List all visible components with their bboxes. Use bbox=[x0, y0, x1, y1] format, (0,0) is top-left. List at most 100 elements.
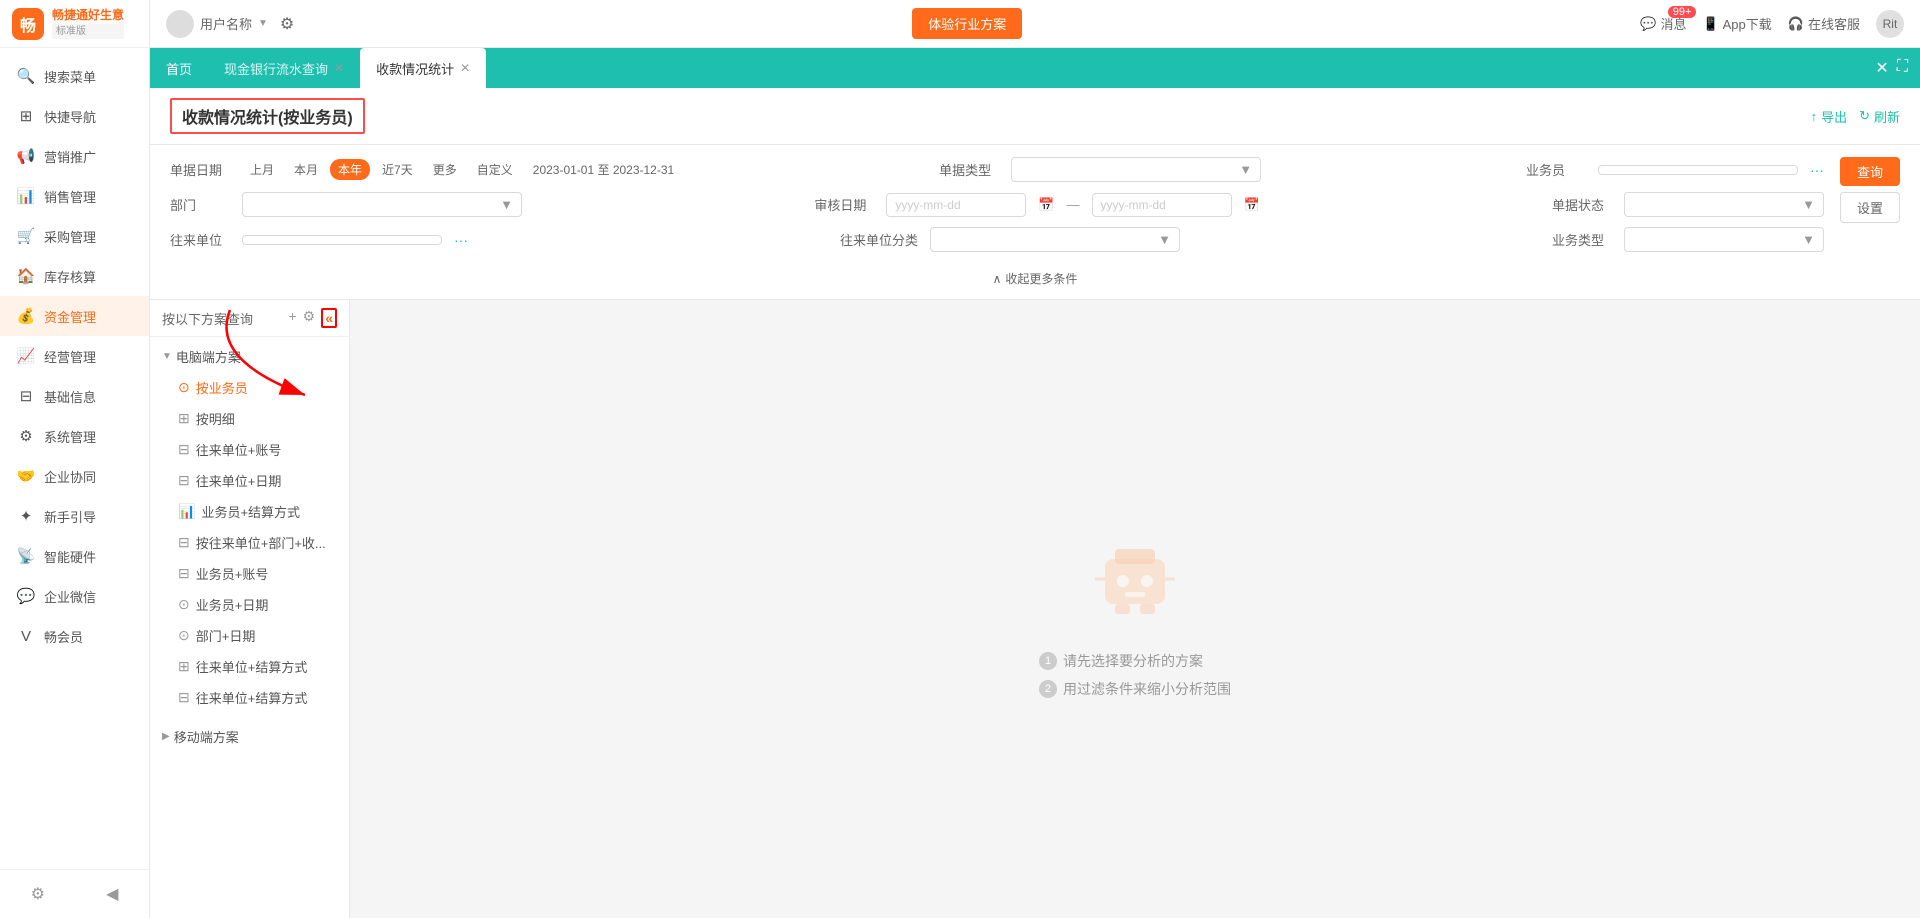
scheme-item-salesman-settlement[interactable]: 📊 业务员+结算方式 bbox=[150, 496, 349, 527]
empty-step-2: 2 用过滤条件来缩小分析范围 bbox=[1039, 679, 1231, 699]
sidebar-item-sales[interactable]: 📊销售管理 bbox=[0, 176, 149, 216]
dept-select[interactable]: ▼ bbox=[242, 192, 522, 217]
date-tab-this-month[interactable]: 本月 bbox=[286, 159, 326, 180]
scheme-icon-by-salesman: ⊙ bbox=[178, 379, 190, 396]
salesman-select[interactable] bbox=[1598, 165, 1798, 175]
date-tabs: 上月 本月 本年 近7天 更多 自定义 bbox=[242, 159, 521, 180]
counterpart-category-select[interactable]: ▼ bbox=[930, 227, 1180, 252]
scheme-group-mobile: ▶ 移动端方案 bbox=[150, 717, 349, 756]
online-service-item[interactable]: 🎧 在线客服 bbox=[1788, 14, 1860, 33]
query-button[interactable]: 查询 bbox=[1840, 157, 1900, 186]
sidebar-item-marketing[interactable]: 📢营销推广 bbox=[0, 136, 149, 176]
sidebar-item-basic-info[interactable]: ⊟基础信息 bbox=[0, 376, 149, 416]
close-all-tabs-icon[interactable]: ✕ bbox=[1875, 58, 1888, 78]
calendar-end-icon[interactable]: 📅 bbox=[1244, 197, 1260, 213]
scheme-item-by-salesman[interactable]: ⊙ 按业务员 bbox=[150, 372, 349, 403]
sidebar-item-operation[interactable]: 📈经营管理 bbox=[0, 336, 149, 376]
sidebar-item-search-menu[interactable]: 🔍搜索菜单 bbox=[0, 56, 149, 96]
scheme-item-counterpart-settlement1[interactable]: ⊞ 往来单位+结算方式 bbox=[150, 651, 349, 682]
review-date-end[interactable]: yyyy-mm-dd bbox=[1092, 193, 1232, 217]
empty-step-1-text: 请先选择要分析的方案 bbox=[1063, 651, 1203, 671]
scheme-item-dept-date[interactable]: ⊙ 部门+日期 bbox=[150, 620, 349, 651]
sidebar-label-inventory: 库存核算 bbox=[44, 267, 96, 286]
tab-bank-flow[interactable]: 现金银行流水查询 ✕ bbox=[208, 48, 360, 88]
page-title: 收款情况统计(按业务员) bbox=[182, 110, 353, 127]
scheme-item-counterpart-account[interactable]: ⊟ 往来单位+账号 bbox=[150, 434, 349, 465]
review-date-start[interactable]: yyyy-mm-dd bbox=[886, 193, 1026, 217]
app-download-item[interactable]: 📱 App下载 bbox=[1702, 14, 1771, 33]
voucher-type-select[interactable]: ▼ bbox=[1011, 157, 1261, 182]
scheme-icon-counterpart-account: ⊟ bbox=[178, 441, 190, 458]
left-panel-settings-icon[interactable]: ⚙ bbox=[303, 308, 316, 328]
scheme-group-mobile-header[interactable]: ▶ 移动端方案 bbox=[150, 721, 349, 752]
online-service-label: 在线客服 bbox=[1808, 14, 1860, 33]
tab-bank-flow-close[interactable]: ✕ bbox=[334, 61, 344, 75]
settings-icon[interactable]: ⚙ bbox=[280, 14, 294, 34]
scheme-label-salesman-account: 业务员+账号 bbox=[196, 564, 269, 583]
export-label: 导出 bbox=[1821, 107, 1847, 126]
date-tab-more[interactable]: 更多 bbox=[425, 159, 465, 180]
scheme-item-salesman-date[interactable]: ⊙ 业务员+日期 bbox=[150, 589, 349, 620]
scheme-item-by-detail[interactable]: ⊞ 按明细 bbox=[150, 403, 349, 434]
user-info[interactable]: 用户名称 ▼ bbox=[166, 10, 268, 38]
collapse-sidebar-icon[interactable]: ◀ bbox=[100, 878, 124, 910]
settings-button[interactable]: 设置 bbox=[1840, 192, 1900, 223]
scheme-item-salesman-account[interactable]: ⊟ 业务员+账号 bbox=[150, 558, 349, 589]
scheme-icon-salesman-account: ⊟ bbox=[178, 565, 190, 582]
message-icon-item[interactable]: 💬 消息 99+ bbox=[1640, 14, 1686, 33]
sidebar-item-hardware[interactable]: 📡智能硬件 bbox=[0, 536, 149, 576]
sidebar-label-system: 系统管理 bbox=[44, 427, 96, 446]
query-row-3: 往来单位 ··· 往来单位分类 ▼ 业务类型 bbox=[170, 227, 1824, 252]
sidebar-item-corp[interactable]: 🤝企业协同 bbox=[0, 456, 149, 496]
sidebar-item-inventory[interactable]: 🏠库存核算 bbox=[0, 256, 149, 296]
page-actions: ↑ 导出 ↻ 刷新 bbox=[1811, 107, 1900, 126]
date-tab-custom[interactable]: 自定义 bbox=[469, 159, 521, 180]
top-header: 用户名称 ▼ ⚙ 体验行业方案 💬 消息 99+ 📱 App下载 🎧 在线客服 bbox=[150, 0, 1920, 48]
date-tab-last-month[interactable]: 上月 bbox=[242, 159, 282, 180]
refresh-icon: ↻ bbox=[1859, 108, 1870, 124]
fullscreen-icon[interactable]: ⛶ bbox=[1897, 58, 1908, 78]
tab-home[interactable]: 首页 bbox=[150, 48, 208, 88]
voucher-status-select[interactable]: ▼ bbox=[1624, 192, 1824, 217]
biz-type-select[interactable]: ▼ bbox=[1624, 227, 1824, 252]
export-button[interactable]: ↑ 导出 bbox=[1811, 107, 1848, 126]
voucher-status-label: 单据状态 bbox=[1552, 195, 1612, 214]
tab-collection-stats[interactable]: 收款情况统计 ✕ bbox=[360, 48, 486, 88]
tab-collection-stats-close[interactable]: ✕ bbox=[460, 61, 470, 75]
salesman-more-icon[interactable]: ··· bbox=[1810, 162, 1824, 178]
scheme-item-counterpart-settlement2[interactable]: ⊟ 往来单位+结算方式 bbox=[150, 682, 349, 713]
sidebar-item-member[interactable]: V畅会员 bbox=[0, 616, 149, 656]
scheme-item-counterpart-date[interactable]: ⊟ 往来单位+日期 bbox=[150, 465, 349, 496]
scheme-label-salesman-settlement: 业务员+结算方式 bbox=[201, 502, 300, 521]
sidebar-label-operation: 经营管理 bbox=[44, 347, 96, 366]
date-tab-last-7-days[interactable]: 近7天 bbox=[374, 159, 421, 180]
left-panel-collapse-icon[interactable]: « bbox=[321, 308, 337, 328]
sidebar-item-system[interactable]: ⚙系统管理 bbox=[0, 416, 149, 456]
calendar-start-icon[interactable]: 📅 bbox=[1038, 197, 1054, 213]
header-avatar: Rit bbox=[1876, 10, 1904, 38]
sidebar-label-member: 畅会员 bbox=[44, 627, 83, 646]
sidebar-item-purchase[interactable]: 🛒采购管理 bbox=[0, 216, 149, 256]
message-badge: 99+ bbox=[1668, 6, 1697, 18]
counterpart-more-icon[interactable]: ··· bbox=[454, 232, 468, 248]
counterpart-select[interactable] bbox=[242, 235, 442, 245]
scheme-item-counterpart-dept-collect[interactable]: ⊟ 按往来单位+部门+收... bbox=[150, 527, 349, 558]
user-avatar-header[interactable]: Rit bbox=[1876, 10, 1904, 38]
scheme-group-pc-header[interactable]: ▼ 电脑端方案 bbox=[150, 341, 349, 372]
pc-group-label: 电脑端方案 bbox=[176, 347, 241, 366]
sidebar-item-guide[interactable]: ✦新手引导 bbox=[0, 496, 149, 536]
empty-illustration bbox=[1075, 519, 1195, 639]
settings-bottom-icon[interactable]: ⚙ bbox=[25, 878, 51, 910]
sidebar-item-quick-nav[interactable]: ⊞快捷导航 bbox=[0, 96, 149, 136]
sidebar-icon-wechat: 💬 bbox=[16, 586, 36, 606]
scheme-icon-dept-date: ⊙ bbox=[178, 627, 190, 644]
sidebar-item-wechat[interactable]: 💬企业微信 bbox=[0, 576, 149, 616]
refresh-button[interactable]: ↻ 刷新 bbox=[1859, 107, 1900, 126]
date-tab-this-year[interactable]: 本年 bbox=[330, 159, 370, 180]
sidebar-item-finance[interactable]: 💰资金管理 bbox=[0, 296, 149, 336]
mobile-group-label: 移动端方案 bbox=[174, 727, 239, 746]
trial-button[interactable]: 体验行业方案 bbox=[912, 8, 1022, 39]
review-date-end-placeholder: yyyy-mm-dd bbox=[1101, 198, 1166, 212]
collapse-more-button[interactable]: ∧ 收起更多条件 bbox=[993, 270, 1078, 287]
left-panel-add-icon[interactable]: + bbox=[288, 308, 296, 328]
